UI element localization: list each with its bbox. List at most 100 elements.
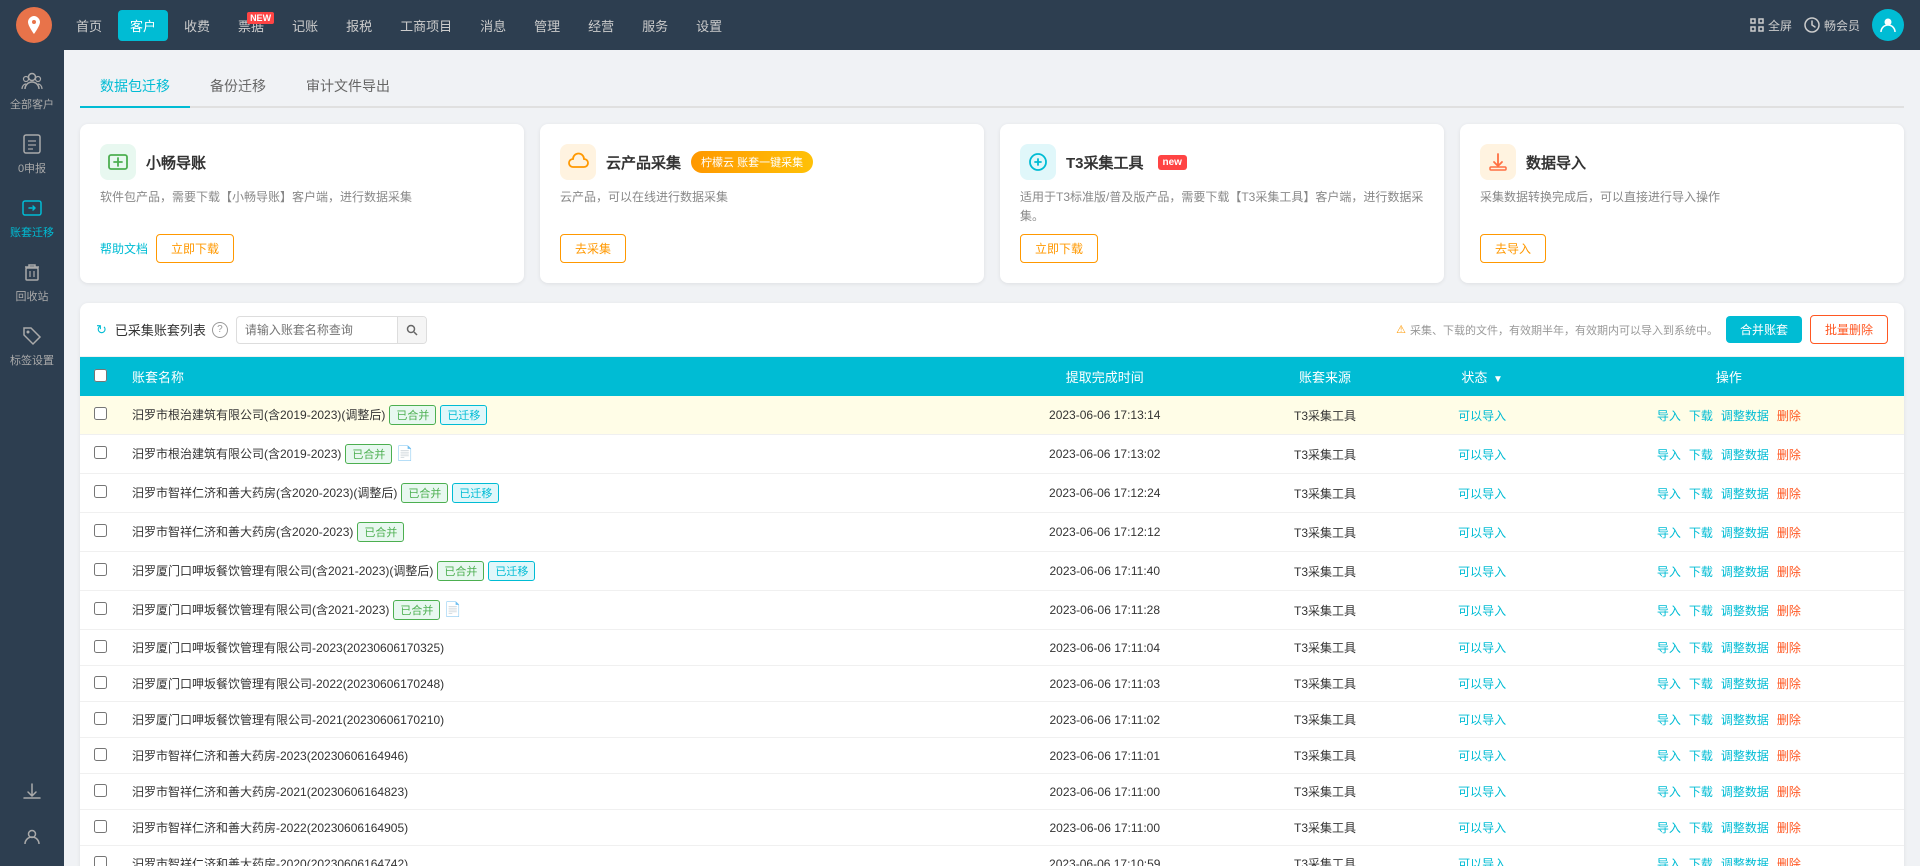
row-delete-link[interactable]: 删除	[1777, 641, 1801, 655]
row-delete-link[interactable]: 删除	[1777, 749, 1801, 763]
row-adjust-link[interactable]: 调整数据	[1721, 641, 1769, 655]
nav-management[interactable]: 管理	[522, 10, 572, 41]
row-download-link[interactable]: 下载	[1689, 857, 1713, 866]
nav-operation[interactable]: 经营	[576, 10, 626, 41]
row-checkbox[interactable]	[94, 602, 107, 615]
user-avatar[interactable]	[1872, 9, 1904, 41]
nav-bookkeeping[interactable]: 记账	[280, 10, 330, 41]
row-download-link[interactable]: 下载	[1689, 821, 1713, 835]
row-delete-link[interactable]: 删除	[1777, 677, 1801, 691]
collect-btn[interactable]: 去采集	[560, 234, 626, 263]
nav-business[interactable]: 工商项目	[388, 10, 464, 41]
row-download-link[interactable]: 下载	[1689, 487, 1713, 501]
row-download-link[interactable]: 下载	[1689, 749, 1713, 763]
row-delete-link[interactable]: 删除	[1777, 526, 1801, 540]
row-checkbox[interactable]	[94, 820, 107, 833]
member-btn[interactable]: 畅会员	[1804, 17, 1860, 34]
row-checkbox[interactable]	[94, 524, 107, 537]
row-delete-link[interactable]: 删除	[1777, 821, 1801, 835]
row-adjust-link[interactable]: 调整数据	[1721, 749, 1769, 763]
select-all-checkbox[interactable]	[94, 369, 107, 382]
search-button[interactable]	[397, 317, 426, 343]
row-checkbox[interactable]	[94, 563, 107, 576]
row-delete-link[interactable]: 删除	[1777, 565, 1801, 579]
col-status[interactable]: 状态 ▼	[1411, 357, 1554, 396]
row-download-link[interactable]: 下载	[1689, 677, 1713, 691]
tab-backup-migration[interactable]: 备份迁移	[190, 66, 286, 108]
row-import-link[interactable]: 导入	[1657, 713, 1681, 727]
row-import-link[interactable]: 导入	[1657, 677, 1681, 691]
row-checkbox[interactable]	[94, 712, 107, 725]
row-checkbox[interactable]	[94, 640, 107, 653]
row-download-link[interactable]: 下载	[1689, 409, 1713, 423]
row-adjust-link[interactable]: 调整数据	[1721, 713, 1769, 727]
sidebar-item-zero-report[interactable]: 0申报	[0, 122, 64, 186]
fullscreen-btn[interactable]: 全屏	[1750, 17, 1792, 34]
row-download-link[interactable]: 下载	[1689, 641, 1713, 655]
nav-service[interactable]: 服务	[630, 10, 680, 41]
row-download-link[interactable]: 下载	[1689, 604, 1713, 618]
nav-message[interactable]: 消息	[468, 10, 518, 41]
row-import-link[interactable]: 导入	[1657, 857, 1681, 866]
sidebar-item-user-settings[interactable]	[0, 814, 64, 858]
row-checkbox[interactable]	[94, 446, 107, 459]
row-checkbox[interactable]	[94, 407, 107, 420]
merge-accounts-btn[interactable]: 合并账套	[1726, 316, 1802, 343]
help-icon[interactable]: ?	[212, 322, 228, 338]
row-import-link[interactable]: 导入	[1657, 565, 1681, 579]
tab-audit-export[interactable]: 审计文件导出	[286, 66, 410, 108]
batch-delete-btn[interactable]: 批量删除	[1810, 315, 1888, 344]
row-adjust-link[interactable]: 调整数据	[1721, 785, 1769, 799]
tab-data-migration[interactable]: 数据包迁移	[80, 66, 190, 108]
row-download-link[interactable]: 下载	[1689, 565, 1713, 579]
nav-invoice[interactable]: 票据 NEW	[226, 10, 276, 41]
nav-tax[interactable]: 报税	[334, 10, 384, 41]
nav-client[interactable]: 客户	[118, 10, 168, 41]
row-adjust-link[interactable]: 调整数据	[1721, 565, 1769, 579]
refresh-icon[interactable]: ↻	[96, 322, 107, 338]
sidebar-item-account-migration[interactable]: 账套迁移	[0, 186, 64, 250]
row-delete-link[interactable]: 删除	[1777, 409, 1801, 423]
row-checkbox[interactable]	[94, 856, 107, 866]
row-delete-link[interactable]: 删除	[1777, 785, 1801, 799]
download-btn-1[interactable]: 立即下载	[156, 234, 234, 263]
row-checkbox[interactable]	[94, 748, 107, 761]
row-delete-link[interactable]: 删除	[1777, 604, 1801, 618]
row-import-link[interactable]: 导入	[1657, 785, 1681, 799]
row-checkbox[interactable]	[94, 676, 107, 689]
row-delete-link[interactable]: 删除	[1777, 857, 1801, 866]
row-download-link[interactable]: 下载	[1689, 448, 1713, 462]
sidebar-item-all-clients[interactable]: 全部客户	[0, 58, 64, 122]
row-import-link[interactable]: 导入	[1657, 448, 1681, 462]
row-adjust-link[interactable]: 调整数据	[1721, 604, 1769, 618]
row-download-link[interactable]: 下载	[1689, 785, 1713, 799]
row-delete-link[interactable]: 删除	[1777, 713, 1801, 727]
nav-home[interactable]: 首页	[64, 10, 114, 41]
search-input[interactable]	[237, 323, 397, 337]
import-btn-4[interactable]: 去导入	[1480, 234, 1546, 263]
row-adjust-link[interactable]: 调整数据	[1721, 677, 1769, 691]
nav-settings[interactable]: 设置	[684, 10, 734, 41]
row-download-link[interactable]: 下载	[1689, 526, 1713, 540]
row-adjust-link[interactable]: 调整数据	[1721, 821, 1769, 835]
row-import-link[interactable]: 导入	[1657, 604, 1681, 618]
row-adjust-link[interactable]: 调整数据	[1721, 526, 1769, 540]
sidebar-item-recycle[interactable]: 回收站	[0, 250, 64, 314]
row-import-link[interactable]: 导入	[1657, 641, 1681, 655]
download-btn-3[interactable]: 立即下载	[1020, 234, 1098, 263]
row-adjust-link[interactable]: 调整数据	[1721, 409, 1769, 423]
sidebar-item-tag-settings[interactable]: 标签设置	[0, 314, 64, 378]
col-time[interactable]: 提取完成时间	[970, 357, 1239, 396]
row-delete-link[interactable]: 删除	[1777, 487, 1801, 501]
help-doc-link[interactable]: 帮助文档	[100, 240, 148, 257]
row-import-link[interactable]: 导入	[1657, 487, 1681, 501]
row-import-link[interactable]: 导入	[1657, 821, 1681, 835]
row-import-link[interactable]: 导入	[1657, 526, 1681, 540]
row-download-link[interactable]: 下载	[1689, 713, 1713, 727]
nav-fee[interactable]: 收费	[172, 10, 222, 41]
row-delete-link[interactable]: 删除	[1777, 448, 1801, 462]
row-import-link[interactable]: 导入	[1657, 749, 1681, 763]
row-checkbox[interactable]	[94, 784, 107, 797]
row-import-link[interactable]: 导入	[1657, 409, 1681, 423]
sidebar-item-download[interactable]	[0, 770, 64, 814]
